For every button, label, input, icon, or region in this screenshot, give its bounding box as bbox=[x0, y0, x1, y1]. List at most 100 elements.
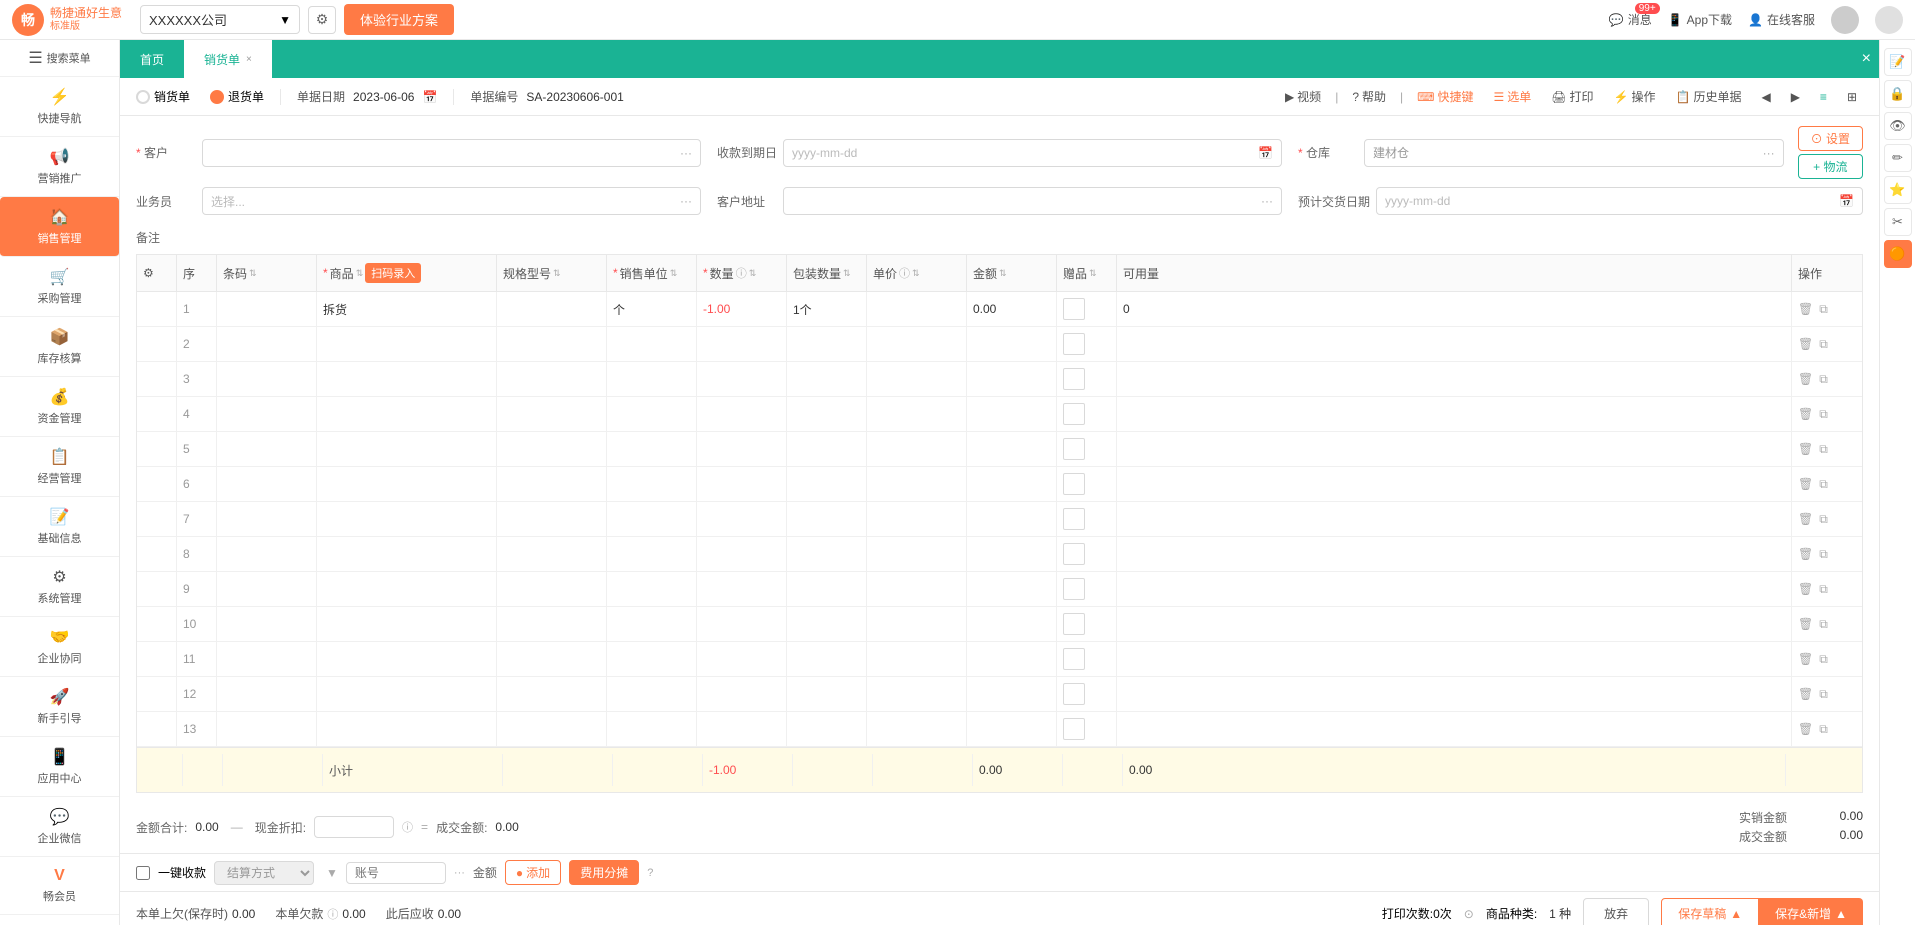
td-price-8[interactable] bbox=[867, 572, 967, 606]
td-spec-6[interactable] bbox=[497, 502, 607, 536]
td-amount-6[interactable] bbox=[967, 502, 1057, 536]
delete-icon-10[interactable]: 🗑 bbox=[1798, 652, 1813, 666]
delete-icon-9[interactable]: 🗑 bbox=[1798, 617, 1813, 631]
copy-icon-9[interactable]: ⧉ bbox=[1819, 617, 1828, 632]
qty-sort-icon[interactable]: ⇅ bbox=[749, 268, 757, 279]
td-goods-0[interactable]: 拆货 bbox=[317, 292, 497, 326]
td-qty-7[interactable] bbox=[697, 537, 787, 571]
td-amount-11[interactable] bbox=[967, 677, 1057, 711]
td-amount-2[interactable] bbox=[967, 362, 1057, 396]
sidebar-item-sales[interactable]: 🏠 销售管理 bbox=[0, 197, 119, 257]
calendar-icon[interactable]: 📅 bbox=[422, 90, 437, 104]
abandon-btn[interactable]: 放弃 bbox=[1583, 898, 1649, 925]
td-unit-10[interactable] bbox=[607, 642, 697, 676]
td-qty-8[interactable] bbox=[697, 572, 787, 606]
sidebar-item-finance[interactable]: 💰 资金管理 bbox=[0, 377, 119, 437]
copy-icon-7[interactable]: ⧉ bbox=[1819, 547, 1828, 562]
td-unit-8[interactable] bbox=[607, 572, 697, 606]
delete-icon-7[interactable]: 🗑 bbox=[1798, 547, 1813, 561]
sidebar-item-operation[interactable]: 📋 经营管理 bbox=[0, 437, 119, 497]
td-goods-8[interactable] bbox=[317, 572, 497, 606]
list-view-btn[interactable]: ≡ bbox=[1814, 88, 1833, 106]
td-unit-9[interactable] bbox=[607, 607, 697, 641]
unit-sort-icon[interactable]: ⇅ bbox=[670, 268, 678, 279]
rp-btn-3[interactable]: 👁 bbox=[1884, 112, 1912, 140]
settings-card-btn[interactable]: ⊙ 设置 bbox=[1798, 126, 1863, 151]
td-gift-0[interactable] bbox=[1057, 292, 1117, 326]
settings-button[interactable]: ⚙ bbox=[308, 6, 336, 34]
td-price-6[interactable] bbox=[867, 502, 967, 536]
td-pkg-9[interactable] bbox=[787, 607, 867, 641]
td-amount-12[interactable] bbox=[967, 712, 1057, 746]
sidebar-item-wechat[interactable]: 💬 企业微信 bbox=[0, 797, 119, 857]
td-spec-0[interactable] bbox=[497, 292, 607, 326]
rp-btn-6[interactable]: ✂ bbox=[1884, 208, 1912, 236]
delete-icon-3[interactable]: 🗑 bbox=[1798, 407, 1813, 421]
rp-btn-1[interactable]: 📝 bbox=[1884, 48, 1912, 76]
operate-btn[interactable]: ⚡ 操作 bbox=[1608, 86, 1662, 107]
delete-icon-11[interactable]: 🗑 bbox=[1798, 687, 1813, 701]
copy-icon-5[interactable]: ⧉ bbox=[1819, 477, 1828, 492]
td-goods-11[interactable] bbox=[317, 677, 497, 711]
copy-icon-10[interactable]: ⧉ bbox=[1819, 652, 1828, 667]
td-gift-9[interactable] bbox=[1057, 607, 1117, 641]
td-goods-10[interactable] bbox=[317, 642, 497, 676]
td-spec-2[interactable] bbox=[497, 362, 607, 396]
barcode-sort-icon[interactable]: ⇅ bbox=[249, 268, 257, 279]
td-goods-5[interactable] bbox=[317, 467, 497, 501]
sidebar-item-marketing[interactable]: 📢 营销推广 bbox=[0, 137, 119, 197]
warehouse-input[interactable]: 建材仓 ··· bbox=[1364, 139, 1784, 167]
company-selector[interactable]: XXXXXX公司 ▼ bbox=[140, 5, 300, 34]
copy-icon-1[interactable]: ⧉ bbox=[1819, 337, 1828, 352]
td-spec-5[interactable] bbox=[497, 467, 607, 501]
goods-sort-icon[interactable]: ⇅ bbox=[356, 268, 364, 279]
td-gift-5[interactable] bbox=[1057, 467, 1117, 501]
td-barcode-7[interactable] bbox=[217, 537, 317, 571]
td-barcode-6[interactable] bbox=[217, 502, 317, 536]
td-pkg-0[interactable]: 1个 bbox=[787, 292, 867, 326]
td-qty-2[interactable] bbox=[697, 362, 787, 396]
td-spec-8[interactable] bbox=[497, 572, 607, 606]
td-pkg-3[interactable] bbox=[787, 397, 867, 431]
td-goods-4[interactable] bbox=[317, 432, 497, 466]
td-barcode-2[interactable] bbox=[217, 362, 317, 396]
save-new-btn[interactable]: 保存&新增 ▲ bbox=[1759, 898, 1863, 925]
sidebar-item-member[interactable]: V 畅会员 bbox=[0, 857, 119, 915]
copy-icon-2[interactable]: ⧉ bbox=[1819, 372, 1828, 387]
message-button[interactable]: 💬 消息 99+ bbox=[1609, 11, 1652, 28]
td-unit-5[interactable] bbox=[607, 467, 697, 501]
td-price-10[interactable] bbox=[867, 642, 967, 676]
prev-btn[interactable]: ◀ bbox=[1755, 88, 1776, 106]
td-price-0[interactable] bbox=[867, 292, 967, 326]
copy-icon-4[interactable]: ⧉ bbox=[1819, 442, 1828, 457]
td-qty-6[interactable] bbox=[697, 502, 787, 536]
td-gift-7[interactable] bbox=[1057, 537, 1117, 571]
tab-bar-close[interactable]: × bbox=[1862, 50, 1879, 68]
avatar[interactable] bbox=[1831, 6, 1859, 34]
grid-view-btn[interactable]: ⊞ bbox=[1841, 88, 1863, 106]
copy-icon-3[interactable]: ⧉ bbox=[1819, 407, 1828, 422]
td-qty-10[interactable] bbox=[697, 642, 787, 676]
method-select[interactable]: 结算方式 bbox=[214, 861, 314, 885]
td-gift-3[interactable] bbox=[1057, 397, 1117, 431]
td-pkg-7[interactable] bbox=[787, 537, 867, 571]
delete-icon-4[interactable]: 🗑 bbox=[1798, 442, 1813, 456]
td-price-12[interactable] bbox=[867, 712, 967, 746]
td-pkg-5[interactable] bbox=[787, 467, 867, 501]
td-goods-1[interactable] bbox=[317, 327, 497, 361]
print-btn[interactable]: 🖨 打印 bbox=[1545, 86, 1599, 107]
td-spec-12[interactable] bbox=[497, 712, 607, 746]
th-settings[interactable]: ⚙ bbox=[137, 255, 177, 291]
td-barcode-1[interactable] bbox=[217, 327, 317, 361]
td-barcode-11[interactable] bbox=[217, 677, 317, 711]
sales-radio[interactable]: 销货单 bbox=[136, 88, 190, 105]
trial-button[interactable]: 体验行业方案 bbox=[344, 4, 454, 35]
history-btn[interactable]: 📋 历史单据 bbox=[1669, 86, 1747, 107]
copy-icon-8[interactable]: ⧉ bbox=[1819, 582, 1828, 597]
td-unit-6[interactable] bbox=[607, 502, 697, 536]
td-price-4[interactable] bbox=[867, 432, 967, 466]
sidebar-item-search[interactable]: ☰ 搜索菜单 bbox=[0, 40, 119, 77]
td-spec-3[interactable] bbox=[497, 397, 607, 431]
one-click-collect-checkbox[interactable] bbox=[136, 866, 150, 880]
next-btn[interactable]: ▶ bbox=[1785, 88, 1806, 106]
